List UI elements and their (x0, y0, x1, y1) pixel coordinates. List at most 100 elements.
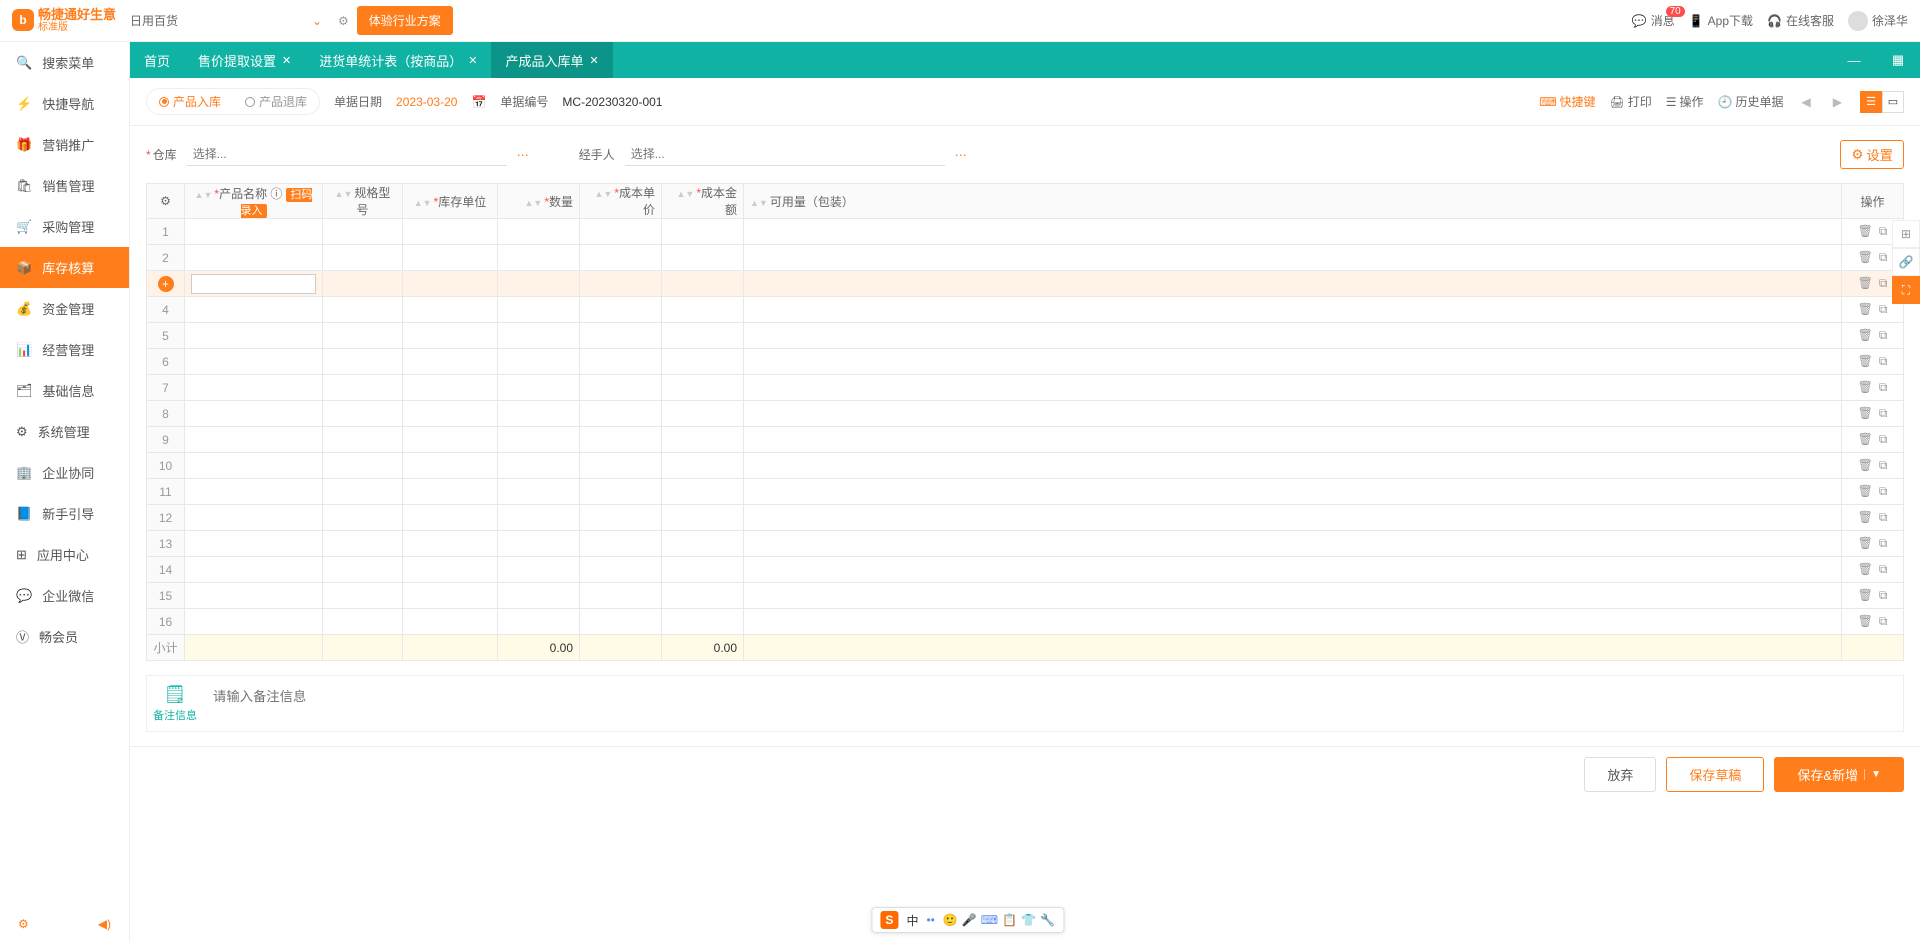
tab-0[interactable]: 首页 (130, 42, 184, 78)
cell-unit[interactable] (403, 479, 498, 505)
ime-smile-icon[interactable]: 🙂 (943, 913, 958, 927)
sidebar-item-10[interactable]: 🏢企业协同 (0, 452, 129, 493)
delete-row-icon[interactable]: 🗑 (1855, 380, 1876, 394)
cell-amount[interactable] (662, 583, 744, 609)
cell-avail[interactable] (744, 375, 1842, 401)
delete-row-icon[interactable]: 🗑 (1855, 536, 1876, 550)
cell-product[interactable] (185, 479, 323, 505)
copy-row-icon[interactable]: ⧉ (1876, 406, 1891, 420)
cell-product[interactable] (185, 375, 323, 401)
delete-row-icon[interactable]: 🗑 (1855, 354, 1876, 368)
cell-spec[interactable] (323, 609, 403, 635)
sidebar-item-1[interactable]: ⚡快捷导航 (0, 83, 129, 124)
experience-plan-button[interactable]: 体验行业方案 (357, 6, 453, 35)
sidebar-item-0[interactable]: 🔍搜索菜单 (0, 42, 129, 83)
cell-unit[interactable] (403, 427, 498, 453)
cell-amount[interactable] (662, 349, 744, 375)
cell-price[interactable] (580, 349, 662, 375)
sidebar-item-11[interactable]: 📘新手引导 (0, 493, 129, 534)
sidebar-collapse-icon[interactable]: ◀) (98, 917, 111, 931)
sidebar-item-12[interactable]: ⊞应用中心 (0, 534, 129, 575)
online-service-button[interactable]: 🎧 在线客服 (1767, 12, 1834, 29)
copy-row-icon[interactable]: ⧉ (1876, 224, 1891, 238)
col-product[interactable]: ▲▼*产品名称 ⓘ扫码录入 (185, 184, 323, 219)
sidebar-item-2[interactable]: 🎁营销推广 (0, 124, 129, 165)
radio-product-out[interactable]: 产品退库 (233, 89, 319, 114)
cell-price[interactable] (580, 427, 662, 453)
col-amount[interactable]: ▲▼*成本金额 (662, 184, 744, 219)
handler-input[interactable] (625, 143, 945, 166)
cell-unit[interactable] (403, 349, 498, 375)
table-row[interactable]: 16🗑⧉ (147, 609, 1904, 635)
cell-price[interactable] (580, 219, 662, 245)
cell-avail[interactable] (744, 297, 1842, 323)
ime-lang[interactable]: 中 (906, 912, 918, 929)
cell-price[interactable] (580, 609, 662, 635)
cell-qty[interactable] (498, 505, 580, 531)
radio-product-in[interactable]: 产品入库 (147, 89, 233, 114)
cell-qty[interactable] (498, 609, 580, 635)
cell-amount[interactable] (662, 609, 744, 635)
cell-price[interactable] (580, 505, 662, 531)
cell-product[interactable] (185, 505, 323, 531)
sogou-icon[interactable]: S (880, 911, 898, 929)
copy-row-icon[interactable]: ⧉ (1876, 432, 1891, 446)
delete-row-icon[interactable]: 🗑 (1855, 588, 1876, 602)
copy-row-icon[interactable]: ⧉ (1876, 510, 1891, 524)
cell-avail[interactable] (744, 245, 1842, 271)
cell-price[interactable] (580, 271, 662, 297)
col-price[interactable]: ▲▼*成本单价 (580, 184, 662, 219)
ime-dot-icon[interactable]: •• (926, 913, 934, 927)
user-menu[interactable]: 徐泽华 (1848, 11, 1908, 31)
cell-spec[interactable] (323, 531, 403, 557)
cell-avail[interactable] (744, 609, 1842, 635)
ime-keyboard-icon[interactable]: ⌨ (981, 913, 998, 927)
cell-avail[interactable] (744, 583, 1842, 609)
col-qty[interactable]: ▲▼*数量 (498, 184, 580, 219)
tab-close-icon[interactable]: ✕ (282, 54, 291, 67)
col-spec[interactable]: ▲▼规格型号 (323, 184, 403, 219)
cell-product[interactable] (185, 349, 323, 375)
cell-avail[interactable] (744, 427, 1842, 453)
copy-row-icon[interactable]: ⧉ (1876, 276, 1891, 290)
cell-amount[interactable] (662, 505, 744, 531)
table-row[interactable]: 15🗑⧉ (147, 583, 1904, 609)
copy-row-icon[interactable]: ⧉ (1876, 380, 1891, 394)
sidebar-item-14[interactable]: Ⓥ畅会员 (0, 616, 129, 657)
table-row[interactable]: 8🗑⧉ (147, 401, 1904, 427)
col-unit[interactable]: ▲▼*库存单位 (403, 184, 498, 219)
warehouse-picker-icon[interactable]: ⋯ (517, 148, 529, 162)
table-row[interactable]: 9🗑⧉ (147, 427, 1904, 453)
cell-unit[interactable] (403, 297, 498, 323)
sidebar-item-7[interactable]: 📊经营管理 (0, 329, 129, 370)
tab-close-icon[interactable]: ✕ (590, 54, 599, 67)
cell-product[interactable] (185, 531, 323, 557)
ime-clip-icon[interactable]: 📋 (1002, 913, 1017, 927)
sidebar-item-4[interactable]: 🛒采购管理 (0, 206, 129, 247)
cell-unit[interactable] (403, 583, 498, 609)
cell-product[interactable] (185, 271, 323, 297)
cell-amount[interactable] (662, 427, 744, 453)
cell-avail[interactable] (744, 219, 1842, 245)
sidebar-item-13[interactable]: 💬企业微信 (0, 575, 129, 616)
cell-spec[interactable] (323, 245, 403, 271)
cell-amount[interactable] (662, 401, 744, 427)
table-row[interactable]: 14🗑⧉ (147, 557, 1904, 583)
history-button[interactable]: 🕘 历史单据 (1718, 93, 1784, 110)
cell-product[interactable] (185, 453, 323, 479)
cell-price[interactable] (580, 531, 662, 557)
cell-price[interactable] (580, 557, 662, 583)
dock-link-icon[interactable]: 🔗 (1892, 248, 1920, 276)
cell-unit[interactable] (403, 401, 498, 427)
delete-row-icon[interactable]: 🗑 (1855, 406, 1876, 420)
cell-amount[interactable] (662, 557, 744, 583)
save-draft-button[interactable]: 保存草稿 (1666, 757, 1764, 792)
tab-close-icon[interactable]: ✕ (468, 54, 477, 67)
cell-qty[interactable] (498, 557, 580, 583)
cell-unit[interactable] (403, 375, 498, 401)
cell-spec[interactable] (323, 505, 403, 531)
cell-amount[interactable] (662, 245, 744, 271)
delete-row-icon[interactable]: 🗑 (1855, 224, 1876, 238)
cell-qty[interactable] (498, 271, 580, 297)
cell-amount[interactable] (662, 271, 744, 297)
